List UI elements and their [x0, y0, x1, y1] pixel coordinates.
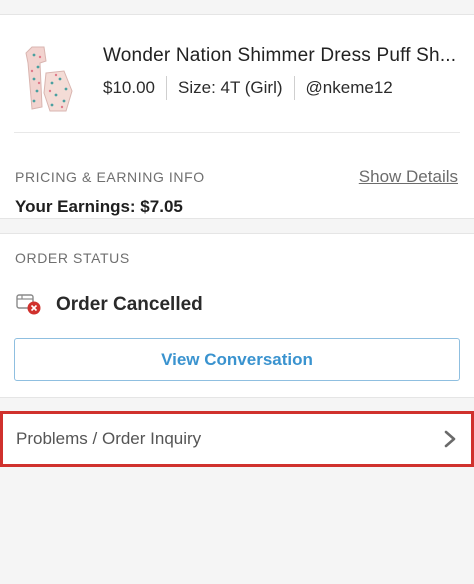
listing-meta: $10.00 Size: 4T (Girl) @nkeme12 [103, 75, 393, 101]
chevron-right-icon [444, 430, 456, 448]
meta-divider [293, 76, 295, 100]
order-status-text: Order Cancelled [56, 294, 203, 315]
pricing-section: PRICING & EARNING INFO Show Details Your… [14, 133, 460, 218]
problems-order-inquiry-row[interactable]: Problems / Order Inquiry [0, 411, 474, 467]
top-spacer [0, 0, 474, 15]
pricing-section-label: PRICING & EARNING INFO [15, 169, 205, 185]
your-earnings: Your Earnings: $7.05 [15, 197, 183, 216]
order-status-section: ORDER STATUS Order Cancelled View Conver… [14, 234, 460, 397]
seller-username: @nkeme12 [305, 78, 393, 97]
listing-title: Wonder Nation Shimmer Dress Puff Sh... [103, 45, 457, 66]
meta-divider [166, 76, 167, 100]
package-cancelled-icon [16, 294, 41, 315]
order-status-label: ORDER STATUS [15, 250, 130, 266]
show-details-link[interactable]: Show Details [359, 167, 458, 187]
product-thumbnail [25, 46, 73, 112]
listing-price: $10.00 [103, 78, 155, 97]
section-divider [0, 397, 474, 412]
listing-row[interactable]: Wonder Nation Shimmer Dress Puff Sh... $… [14, 15, 460, 133]
listing-size: Size: 4T (Girl) [178, 78, 283, 97]
problems-order-inquiry-label: Problems / Order Inquiry [16, 429, 202, 448]
view-conversation-button[interactable]: View Conversation [14, 338, 460, 381]
listing-card[interactable]: Wonder Nation Shimmer Dress Puff Sh... $… [0, 15, 474, 218]
section-divider [0, 218, 474, 234]
order-status-card: ORDER STATUS Order Cancelled View Conver… [0, 234, 474, 397]
